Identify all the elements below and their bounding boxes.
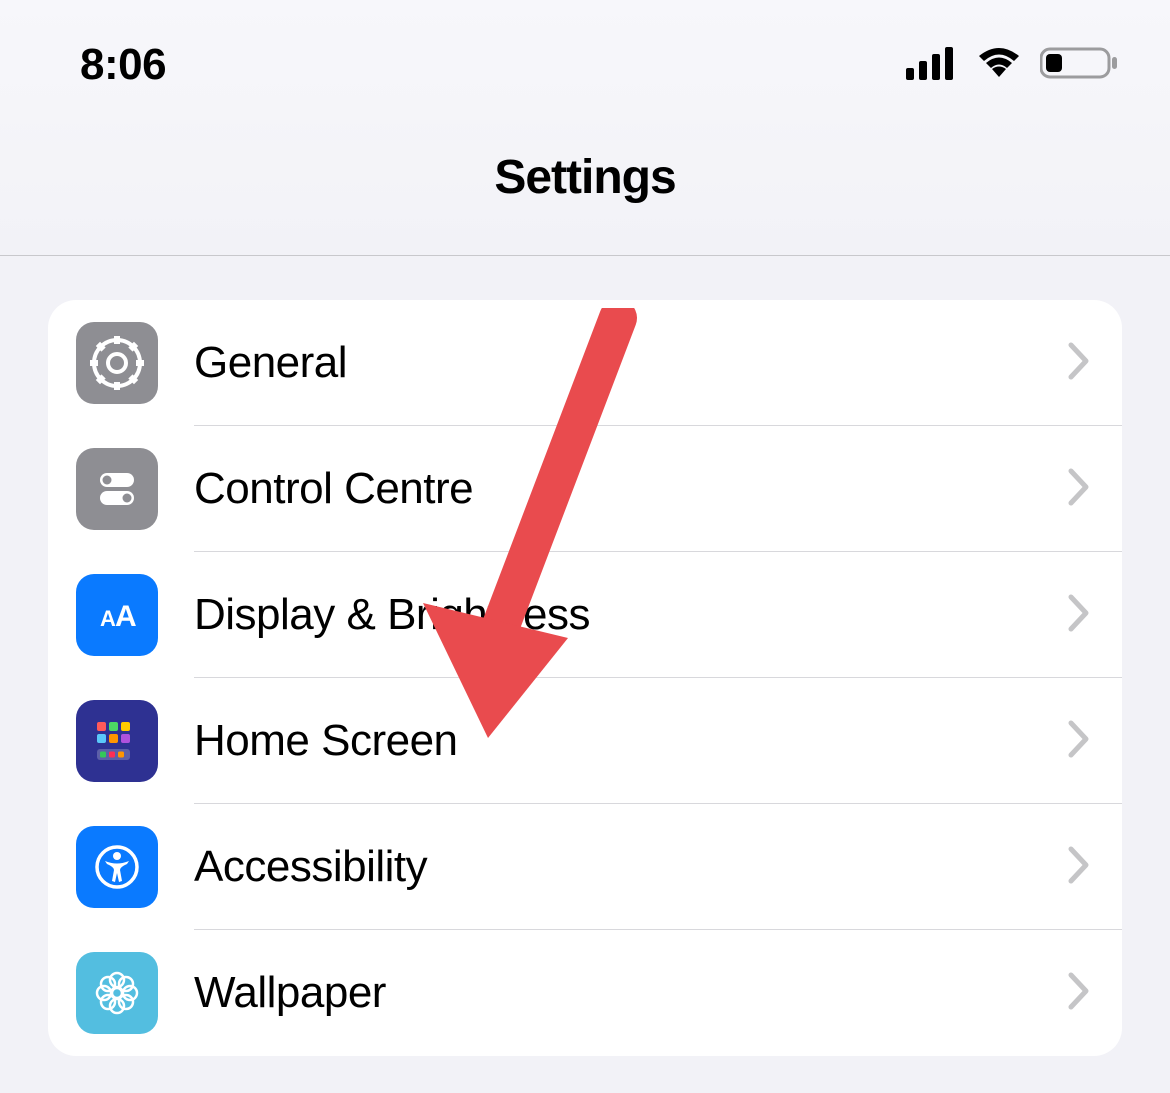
setting-label: Accessibility [194,842,427,892]
chevron-right-icon [1068,468,1090,511]
svg-text:A: A [115,600,137,633]
app-grid-icon [76,700,158,782]
page-title: Settings [0,150,1170,205]
settings-group: General Control Centre A A [48,300,1122,1056]
chevron-right-icon [1068,846,1090,889]
setting-label: Home Screen [194,716,458,766]
setting-row-home-screen[interactable]: Home Screen [48,678,1122,804]
setting-label: Wallpaper [194,968,386,1018]
setting-row-accessibility[interactable]: Accessibility [48,804,1122,930]
battery-icon [1040,45,1120,86]
flower-icon [76,952,158,1034]
setting-label: Control Centre [194,464,473,514]
textsize-icon: A A [76,574,158,656]
chevron-right-icon [1068,972,1090,1015]
accessibility-icon [76,826,158,908]
setting-label: Display & Brightness [194,590,590,640]
setting-row-general[interactable]: General [48,300,1122,426]
status-time: 8:06 [80,40,166,90]
chevron-right-icon [1068,594,1090,637]
wifi-icon [974,45,1024,86]
status-bar: 8:06 [0,0,1170,110]
svg-text:A: A [100,606,116,631]
setting-row-control-centre[interactable]: Control Centre [48,426,1122,552]
setting-row-wallpaper[interactable]: Wallpaper [48,930,1122,1056]
navigation-header: Settings [0,110,1170,256]
cellular-signal-icon [906,46,958,85]
gear-icon [76,322,158,404]
status-indicators [906,45,1120,86]
chevron-right-icon [1068,342,1090,385]
setting-row-display-brightness[interactable]: A A Display & Brightness [48,552,1122,678]
setting-label: General [194,338,347,388]
chevron-right-icon [1068,720,1090,763]
toggles-icon [76,448,158,530]
